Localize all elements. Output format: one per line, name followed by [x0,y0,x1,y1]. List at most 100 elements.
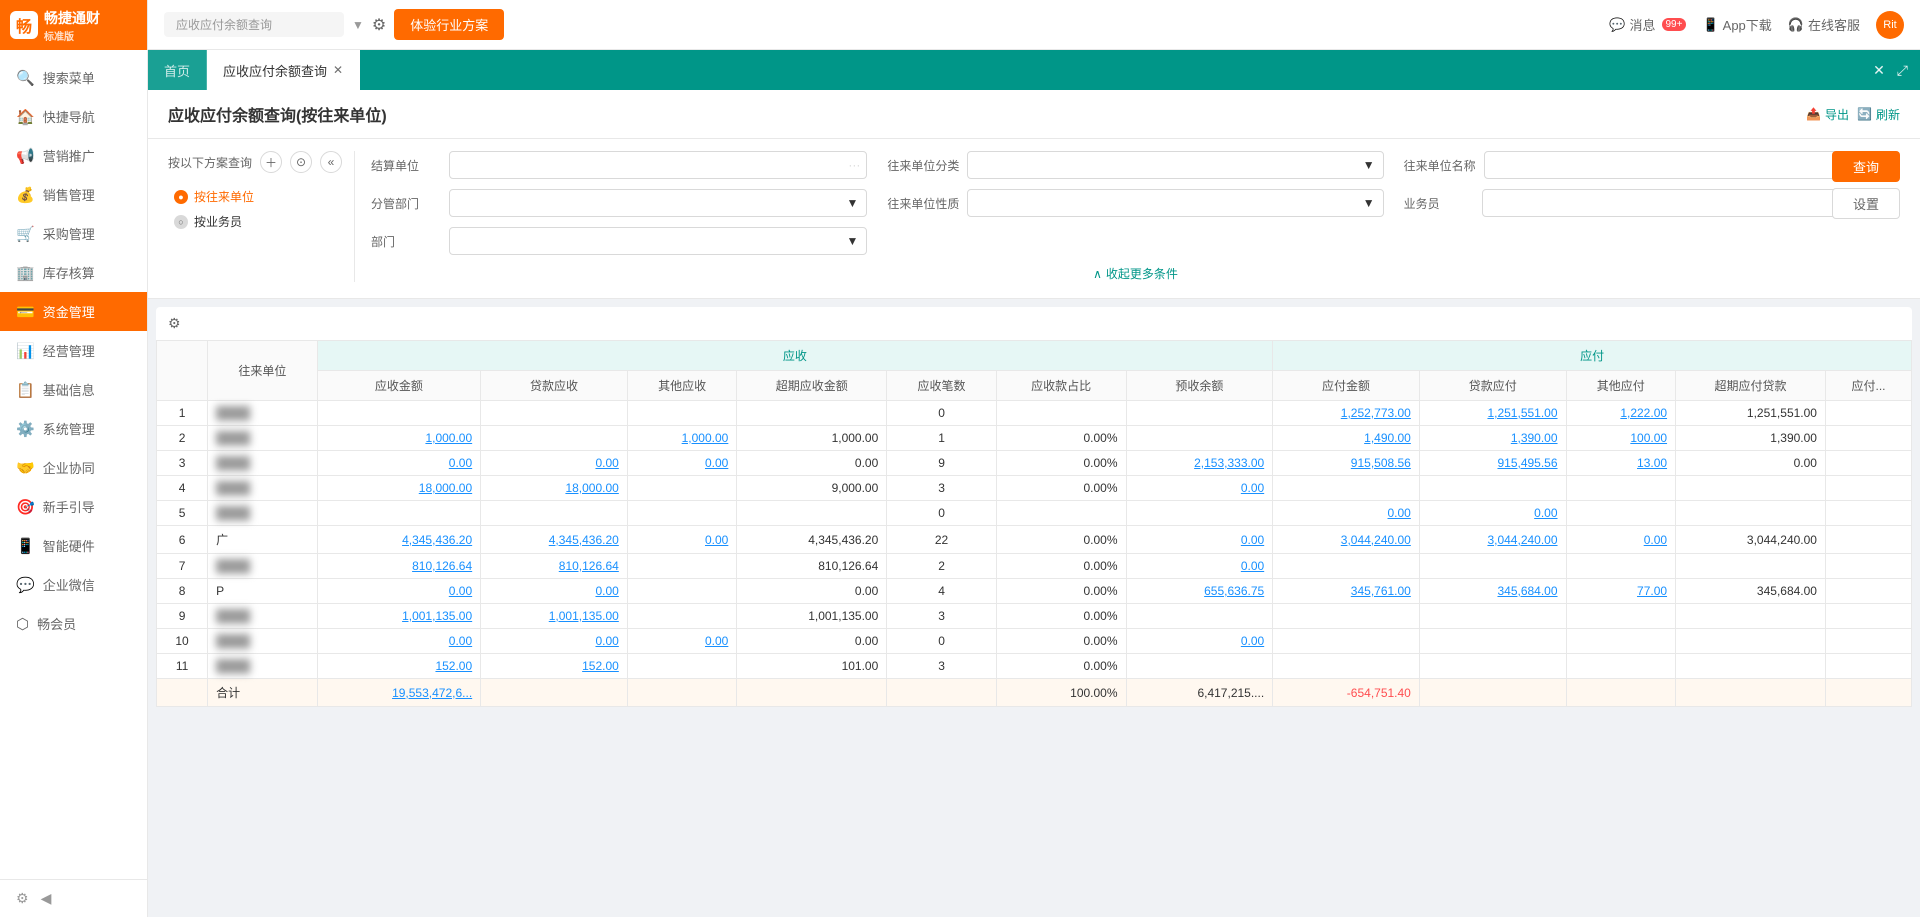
cell-link[interactable]: 0.00 [595,456,618,470]
sidebar-item-basic[interactable]: 📋 基础信息 [0,370,147,409]
scheme-item-unit[interactable]: ● 按往来单位 [168,185,342,208]
tab-close-button[interactable]: ✕ [333,63,343,77]
cell-link[interactable]: 13.00 [1637,456,1667,470]
unit-category-select[interactable]: ▼ [967,151,1383,179]
total-yingshou-je[interactable]: 19,553,472,6... [317,679,481,707]
cell-link[interactable]: 152.00 [435,659,472,673]
tab-query[interactable]: 应收应付余额查询 ✕ [207,50,360,90]
cell-link[interactable]: 1,001,135.00 [402,609,472,623]
online-service-tool[interactable]: 🎧 在线客服 [1788,15,1860,34]
cell-link[interactable]: 0.00 [449,584,472,598]
dept2-select[interactable]: ▼ [449,227,867,255]
cell-link[interactable]: 0.00 [1534,506,1557,520]
cell-link[interactable]: 655,636.75 [1204,584,1264,598]
logo-icon: 畅 [10,11,38,39]
cell-link[interactable]: 345,684.00 [1497,584,1557,598]
messages-tool[interactable]: 💬 消息 99+ [1609,15,1686,34]
cell-link[interactable]: 0.00 [1241,634,1264,648]
sidebar-item-sales[interactable]: 💰 销售管理 [0,175,147,214]
cell-link[interactable]: 0.00 [595,584,618,598]
cell-cq-yf-dk: 0.00 [1676,451,1826,476]
cell-link[interactable]: 1,000.00 [425,431,472,445]
cell-link[interactable]: 915,495.56 [1497,456,1557,470]
total-cq-ys [737,679,887,707]
sidebar-item-marketing[interactable]: 📢 营销推广 [0,136,147,175]
sidebar-item-system[interactable]: ⚙️ 系统管理 [0,409,147,448]
sidebar-item-operation[interactable]: 📊 经营管理 [0,331,147,370]
export-button[interactable]: 📤 导出 [1806,106,1849,123]
cell-link[interactable]: 0.00 [449,456,472,470]
cell-link[interactable]: 0.00 [705,533,728,547]
sidebar-item-quick[interactable]: 🏠 快捷导航 [0,97,147,136]
cell-link[interactable]: 810,126.64 [412,559,472,573]
cell-link[interactable]: 152.00 [582,659,619,673]
cell-link[interactable]: 2,153,333.00 [1194,456,1264,470]
collapse-scheme-button[interactable]: « [320,151,342,173]
cell-link[interactable]: 18,000.00 [419,481,472,495]
cell-link[interactable]: 1,222.00 [1620,406,1667,420]
cell-link[interactable]: 4,345,436.20 [402,533,472,547]
solution-button[interactable]: 体验行业方案 [394,9,504,40]
cell-link[interactable]: 1,390.00 [1511,431,1558,445]
cell-row-num: 9 [157,604,208,629]
query-button[interactable]: 查询 [1832,151,1900,182]
unit-nature-select[interactable]: ▼ [967,189,1383,217]
edit-scheme-button[interactable]: ⊙ [290,151,312,173]
cell-link[interactable]: 810,126.64 [559,559,619,573]
app-download-tool[interactable]: 📱 App下载 [1702,15,1771,34]
sidebar-item-member[interactable]: ⬡ 畅会员 [0,604,147,643]
cell-link[interactable]: 1,001,135.00 [549,609,619,623]
sidebar-collapse-button[interactable]: ◀ [41,890,52,907]
cell-link[interactable]: 0.00 [705,456,728,470]
sidebar-item-corp[interactable]: 🤝 企业协同 [0,448,147,487]
sidebar-label-guide: 新手引导 [43,497,95,516]
cell-link[interactable]: 18,000.00 [565,481,618,495]
settlement-input[interactable]: ··· [449,151,867,179]
cell-link[interactable]: 0.00 [595,634,618,648]
cell-qt-yf: 1,222.00 [1566,401,1676,426]
sidebar-item-purchase[interactable]: 🛒 采购管理 [0,214,147,253]
cell-link[interactable]: 0.00 [1241,481,1264,495]
cell-link[interactable]: 3,044,240.00 [1341,533,1411,547]
tab-expand-icon[interactable]: ⤢ [1897,62,1908,79]
cell-link[interactable]: 345,761.00 [1351,584,1411,598]
collapse-conditions-button[interactable]: ∧ 收起更多条件 [371,265,1900,282]
cell-link[interactable]: 1,252,773.00 [1341,406,1411,420]
table-scroll-container[interactable]: 往来单位 应收 应付 应收金额 贷款应收 其他应收 超期应收金额 应收笔数 应收… [156,340,1912,707]
sidebar-item-finance[interactable]: 💳 资金管理 [0,292,147,331]
topbar-settings-icon[interactable]: ⚙ [372,15,386,35]
cell-link[interactable]: 0.00 [1241,559,1264,573]
cell-link[interactable]: 0.00 [1644,533,1667,547]
user-avatar[interactable]: Rit [1876,11,1904,39]
add-scheme-button[interactable]: ＋ [260,151,282,173]
tab-close-window-icon[interactable]: ✕ [1873,62,1885,79]
cell-link[interactable]: 4,345,436.20 [549,533,619,547]
dept-select[interactable]: ▼ [449,189,867,217]
cell-link[interactable]: 915,508.56 [1351,456,1411,470]
sidebar-item-guide[interactable]: 🎯 新手引导 [0,487,147,526]
cell-unit: ████ [208,629,318,654]
sidebar-item-inventory[interactable]: 🏢 库存核算 [0,253,147,292]
tab-home-label: 首页 [164,61,190,80]
tab-home[interactable]: 首页 [148,50,207,90]
cell-link[interactable]: 0.00 [1241,533,1264,547]
topbar-dropdown-icon[interactable]: ▼ [352,18,364,32]
cell-link[interactable]: 0.00 [1388,506,1411,520]
cell-link[interactable]: 77.00 [1637,584,1667,598]
sidebar-settings-button[interactable]: ⚙ [16,890,29,907]
cell-link[interactable]: 1,490.00 [1364,431,1411,445]
cell-link[interactable]: 0.00 [449,634,472,648]
setting-button[interactable]: 设置 [1832,188,1900,219]
refresh-button[interactable]: 🔄 刷新 [1857,106,1900,123]
sidebar-item-hardware[interactable]: 📱 智能硬件 [0,526,147,565]
cell-link[interactable]: 1,251,551.00 [1487,406,1557,420]
scheme-item-staff[interactable]: ○ 按业务员 [168,210,342,233]
sidebar-item-search[interactable]: 🔍 搜索菜单 [0,58,147,97]
cell-link[interactable]: 100.00 [1630,431,1667,445]
cell-link[interactable]: 1,000.00 [682,431,729,445]
cell-link[interactable]: 0.00 [705,634,728,648]
cell-link[interactable]: 3,044,240.00 [1487,533,1557,547]
cell-yf-je [1273,554,1420,579]
table-settings-icon[interactable]: ⚙ [168,315,181,332]
sidebar-item-wechat[interactable]: 💬 企业微信 [0,565,147,604]
